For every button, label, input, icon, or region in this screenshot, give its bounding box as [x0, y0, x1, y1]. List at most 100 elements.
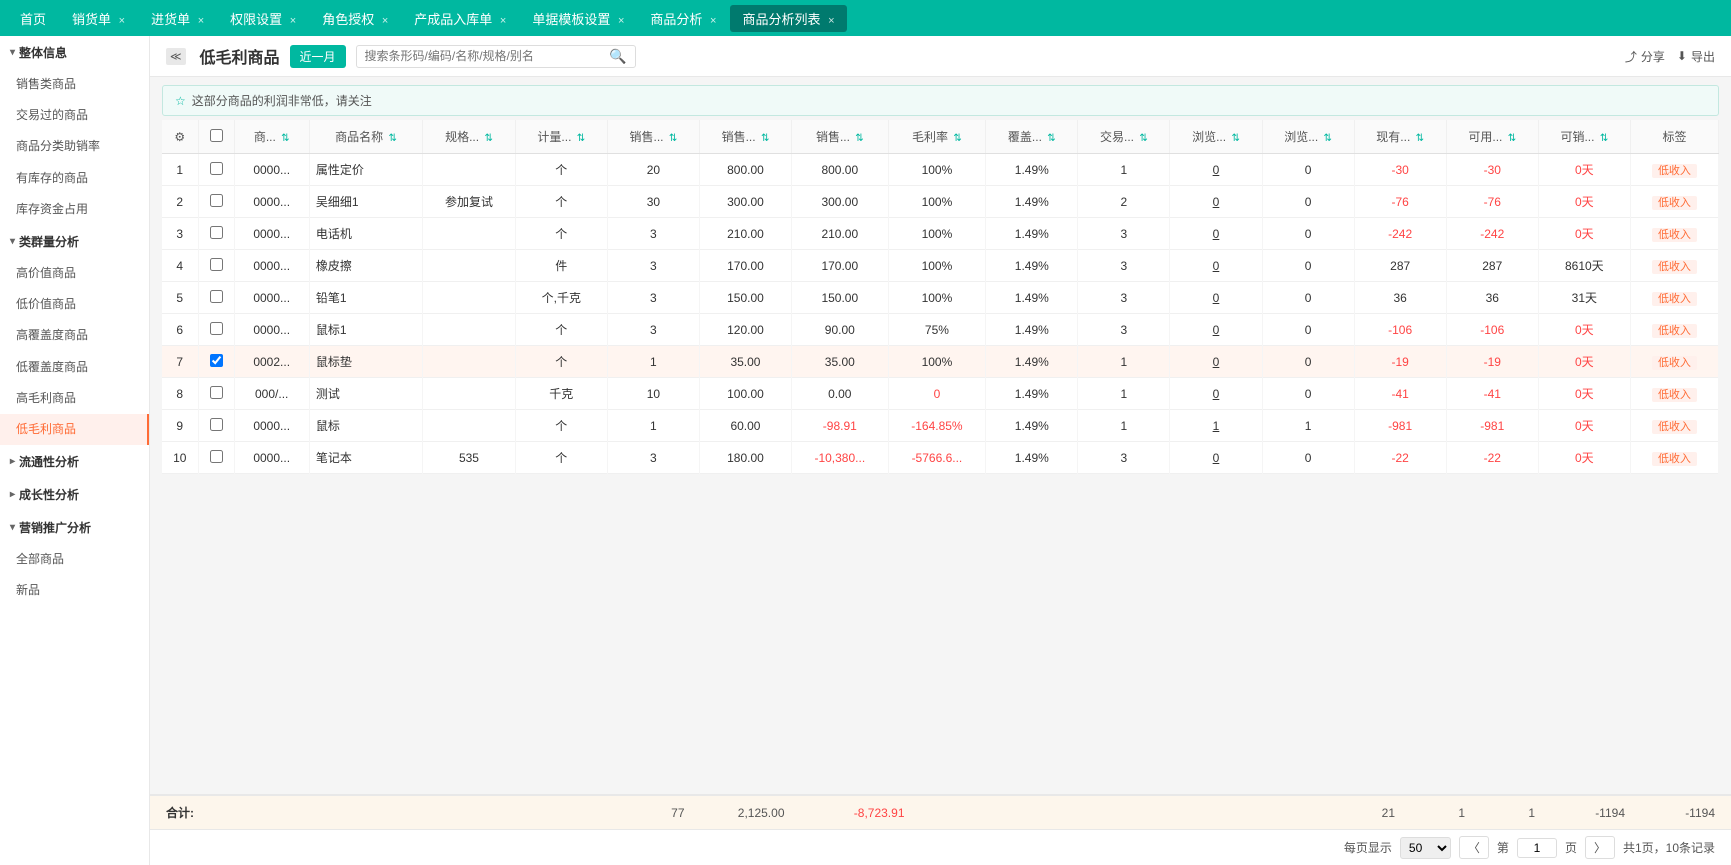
row-checkbox-2[interactable]	[210, 226, 223, 239]
settings-icon[interactable]: ⚙	[174, 130, 185, 144]
cell-checkbox-8[interactable]	[198, 410, 234, 442]
th-name[interactable]: 商品名称 ⇅	[309, 120, 422, 154]
sidebar-group-circulation[interactable]: ▸ 流通性分析	[0, 445, 149, 478]
close-permission-icon[interactable]: ×	[290, 15, 296, 27]
sidebar-item-high-value[interactable]: 高价值商品	[0, 258, 149, 289]
close-analysis-icon[interactable]: ×	[710, 15, 716, 27]
nav-product-analysis-list[interactable]: 商品分析列表 ×	[730, 5, 846, 32]
cell-views1-6[interactable]: 0	[1170, 346, 1262, 378]
cell-checkbox-3[interactable]	[198, 250, 234, 282]
search-input[interactable]	[365, 49, 610, 63]
select-all-checkbox[interactable]	[210, 129, 223, 142]
prev-page-button[interactable]: 〈	[1459, 836, 1489, 859]
th-transactions[interactable]: 交易... ⇅	[1078, 120, 1170, 154]
cell-views1-5[interactable]: 0	[1170, 314, 1262, 346]
th-coverage[interactable]: 覆盖... ⇅	[986, 120, 1078, 154]
sidebar-item-stock-capital[interactable]: 库存资金占用	[0, 194, 149, 225]
share-button[interactable]: ⤴ 分享	[1625, 48, 1665, 65]
row-checkbox-9[interactable]	[210, 450, 223, 463]
nav-sales-order[interactable]: 销货单 ×	[60, 5, 137, 32]
views1-link-3[interactable]: 0	[1213, 259, 1220, 273]
sidebar-item-in-stock[interactable]: 有库存的商品	[0, 163, 149, 194]
cell-checkbox-5[interactable]	[198, 314, 234, 346]
search-icon[interactable]: 🔍	[609, 48, 626, 65]
sidebar-item-sales-products[interactable]: 销售类商品	[0, 69, 149, 100]
close-role-icon[interactable]: ×	[382, 15, 388, 27]
row-checkbox-1[interactable]	[210, 194, 223, 207]
th-unit[interactable]: 计量... ⇅	[515, 120, 607, 154]
sidebar-group-marketing[interactable]: ▾ 营销推广分析	[0, 511, 149, 544]
views1-link-7[interactable]: 0	[1213, 387, 1220, 401]
row-checkbox-4[interactable]	[210, 290, 223, 303]
th-gross-margin[interactable]: 毛利率 ⇅	[888, 120, 986, 154]
row-checkbox-7[interactable]	[210, 386, 223, 399]
th-saleable-days[interactable]: 可销... ⇅	[1538, 120, 1630, 154]
close-purchase-order-icon[interactable]: ×	[198, 15, 204, 27]
cell-checkbox-1[interactable]	[198, 186, 234, 218]
th-available[interactable]: 可用... ⇅	[1446, 120, 1538, 154]
page-number-input[interactable]	[1517, 838, 1557, 858]
nav-permission-settings[interactable]: 权限设置 ×	[218, 5, 308, 32]
th-views1[interactable]: 浏览... ⇅	[1170, 120, 1262, 154]
views1-link-5[interactable]: 0	[1213, 323, 1220, 337]
close-inbound-icon[interactable]: ×	[500, 15, 506, 27]
cell-views1-0[interactable]: 0	[1170, 154, 1262, 186]
sidebar-item-low-coverage[interactable]: 低覆盖度商品	[0, 352, 149, 383]
views1-link-4[interactable]: 0	[1213, 291, 1220, 305]
views1-link-6[interactable]: 0	[1213, 355, 1220, 369]
th-views2[interactable]: 浏览... ⇅	[1262, 120, 1354, 154]
row-checkbox-5[interactable]	[210, 322, 223, 335]
th-sales-amount[interactable]: 销售... ⇅	[792, 120, 889, 154]
sidebar-item-low-value[interactable]: 低价值商品	[0, 289, 149, 320]
sidebar-group-growth[interactable]: ▸ 成长性分析	[0, 478, 149, 511]
row-checkbox-0[interactable]	[210, 162, 223, 175]
sidebar-item-high-margin[interactable]: 高毛利商品	[0, 383, 149, 414]
cell-checkbox-6[interactable]	[198, 346, 234, 378]
close-template-icon[interactable]: ×	[618, 15, 624, 27]
th-code[interactable]: 商... ⇅	[234, 120, 309, 154]
sidebar-group-cluster-analysis[interactable]: ▾ 类群量分析	[0, 225, 149, 258]
row-checkbox-8[interactable]	[210, 418, 223, 431]
sidebar-item-new-products[interactable]: 新品	[0, 575, 149, 606]
th-checkbox[interactable]	[198, 120, 234, 154]
sidebar-item-category-rate[interactable]: 商品分类助销率	[0, 131, 149, 162]
sidebar-group-overall-info[interactable]: ▾ 整体信息	[0, 36, 149, 69]
sidebar-item-all-products[interactable]: 全部商品	[0, 544, 149, 575]
sidebar-item-low-margin[interactable]: 低毛利商品	[0, 414, 149, 445]
views1-link-0[interactable]: 0	[1213, 163, 1220, 177]
views1-link-2[interactable]: 0	[1213, 227, 1220, 241]
nav-role-auth[interactable]: 角色授权 ×	[310, 5, 400, 32]
nav-home[interactable]: 首页	[8, 5, 58, 32]
sidebar-item-high-coverage[interactable]: 高覆盖度商品	[0, 320, 149, 351]
date-filter-button[interactable]: 近一月	[290, 45, 346, 68]
cell-checkbox-2[interactable]	[198, 218, 234, 250]
cell-views1-2[interactable]: 0	[1170, 218, 1262, 250]
sidebar-collapse-button[interactable]: ≪	[166, 48, 186, 65]
table-wrapper[interactable]: ⚙ 商... ⇅ 商品名称 ⇅ 规格... ⇅ 计量... ⇅ 销售... ⇅ …	[162, 120, 1719, 794]
cell-views1-1[interactable]: 0	[1170, 186, 1262, 218]
sidebar-item-traded-products[interactable]: 交易过的商品	[0, 100, 149, 131]
nav-product-inbound[interactable]: 产成品入库单 ×	[402, 5, 518, 32]
nav-purchase-order[interactable]: 进货单 ×	[139, 5, 216, 32]
cell-views1-9[interactable]: 0	[1170, 442, 1262, 474]
cell-checkbox-4[interactable]	[198, 282, 234, 314]
nav-product-analysis[interactable]: 商品分析 ×	[638, 5, 728, 32]
views1-link-1[interactable]: 0	[1213, 195, 1220, 209]
next-page-button[interactable]: 〉	[1585, 836, 1615, 859]
cell-checkbox-7[interactable]	[198, 378, 234, 410]
row-checkbox-6[interactable]	[210, 354, 223, 367]
cell-views1-3[interactable]: 0	[1170, 250, 1262, 282]
th-spec[interactable]: 规格... ⇅	[423, 120, 516, 154]
cell-views1-8[interactable]: 1	[1170, 410, 1262, 442]
cell-views1-7[interactable]: 0	[1170, 378, 1262, 410]
row-checkbox-3[interactable]	[210, 258, 223, 271]
cell-checkbox-9[interactable]	[198, 442, 234, 474]
th-sales-qty[interactable]: 销售... ⇅	[607, 120, 699, 154]
th-settings[interactable]: ⚙	[162, 120, 198, 154]
views1-link-8[interactable]: 1	[1213, 419, 1220, 433]
close-sales-order-icon[interactable]: ×	[119, 15, 125, 27]
export-button[interactable]: ⬇ 导出	[1677, 48, 1715, 65]
per-page-select[interactable]: 50 100 200	[1400, 837, 1451, 859]
th-current-stock[interactable]: 现有... ⇅	[1354, 120, 1446, 154]
cell-views1-4[interactable]: 0	[1170, 282, 1262, 314]
